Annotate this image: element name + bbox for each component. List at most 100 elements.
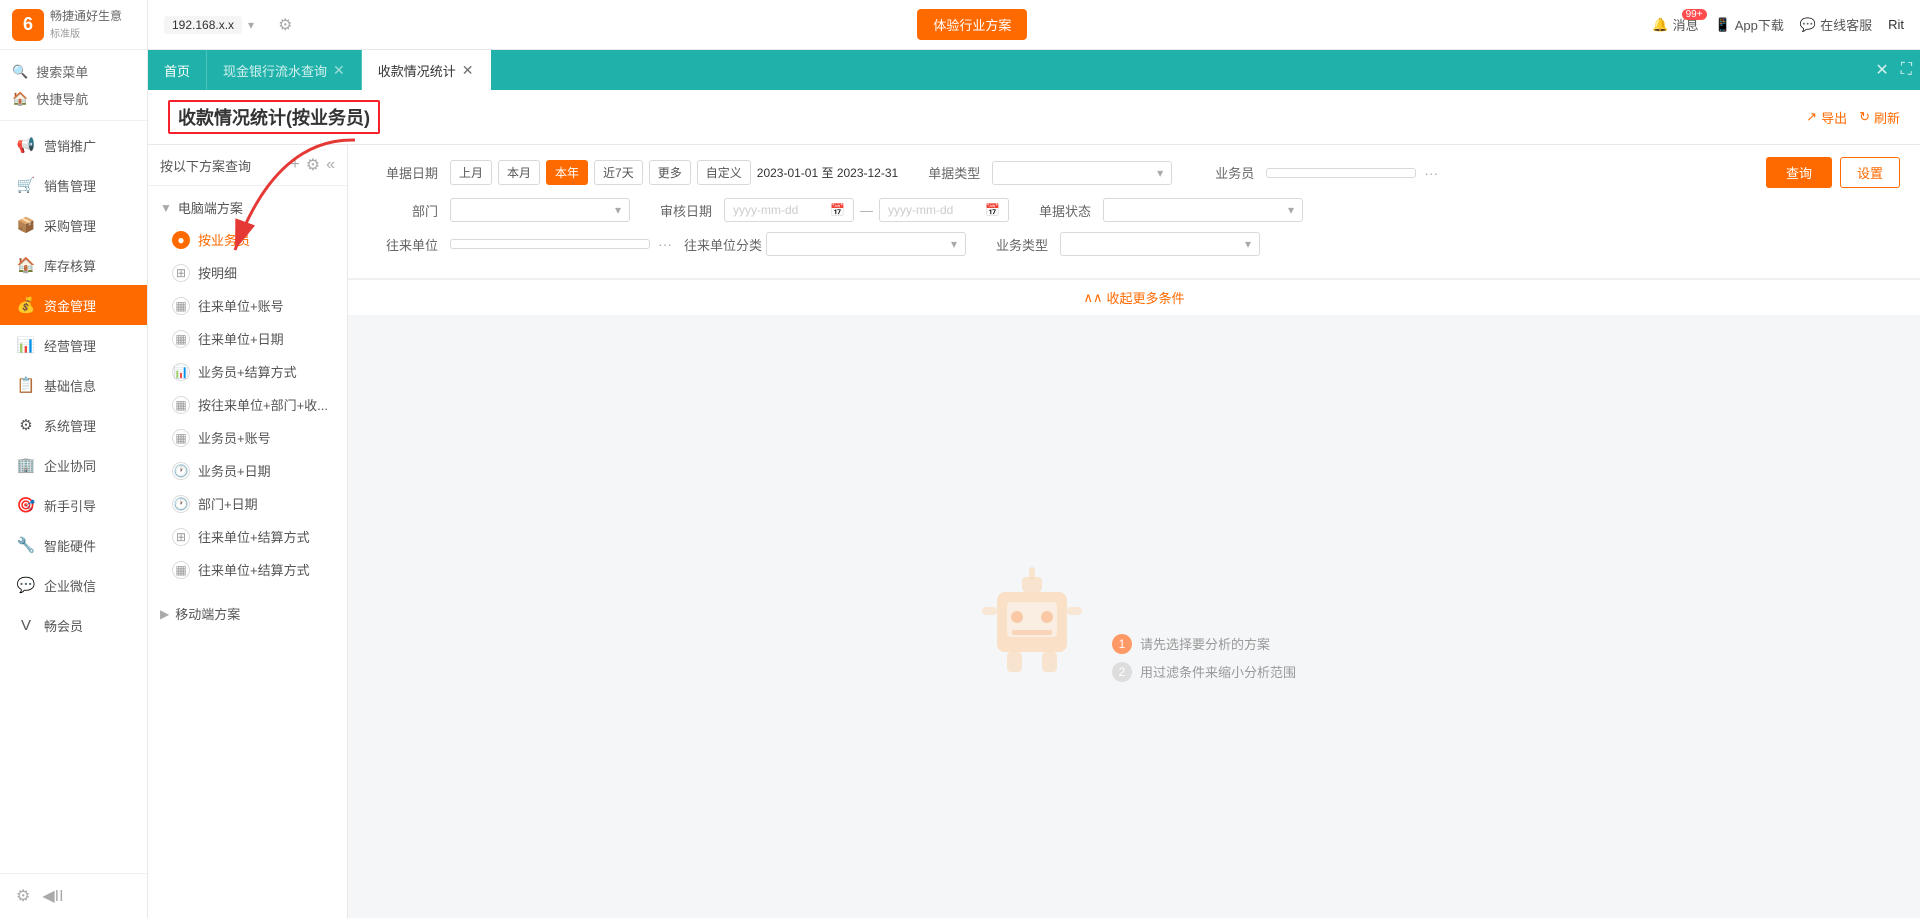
- review-date-from[interactable]: yyyy-mm-dd 📅: [724, 198, 854, 222]
- trial-btn[interactable]: 体验行业方案: [917, 9, 1027, 40]
- message-icon: 🔔: [1652, 17, 1668, 33]
- breadcrumb-chevron-icon[interactable]: ▾: [248, 18, 254, 32]
- partner-account-icon: ▦: [172, 297, 190, 315]
- review-date-label: 审核日期: [642, 201, 712, 220]
- sidebar-item-system[interactable]: ⚙ 系统管理: [0, 405, 147, 445]
- doc-status-label: 单据状态: [1021, 201, 1091, 220]
- search-menu-label: 搜索菜单: [36, 62, 88, 81]
- online-service-btn[interactable]: 💬 在线客服: [1800, 15, 1872, 34]
- app-download-label: App下载: [1735, 15, 1784, 34]
- sidebar-item-member[interactable]: V 畅会员: [0, 605, 147, 645]
- logo-icon: 6: [12, 9, 44, 41]
- sidebar-item-business[interactable]: 📊 经营管理: [0, 325, 147, 365]
- tab-bank-flow-close-icon[interactable]: ✕: [333, 62, 345, 79]
- date-btn-last-month[interactable]: 上月: [450, 160, 492, 185]
- business-type-label: 业务类型: [978, 235, 1048, 254]
- sidebar-item-label: 资金管理: [44, 296, 96, 315]
- basic-icon: 📋: [16, 375, 36, 395]
- scheme-item-partner-account[interactable]: ▦ 往来单位+账号: [148, 289, 347, 322]
- scheme-item-by-detail[interactable]: ⊞ 按明细: [148, 256, 347, 289]
- scheme-settings-icon[interactable]: ⚙: [306, 155, 320, 175]
- sidebar-item-marketing[interactable]: 📢 营销推广: [0, 125, 147, 165]
- left-panel: 按以下方案查询 + ⚙ « ▼ 电脑端方案 ● 按业务员: [148, 145, 348, 918]
- filter-actions: 查询 设置: [1766, 157, 1900, 188]
- date-btn-custom[interactable]: 自定义: [697, 160, 751, 185]
- sidebar-item-label: 营销推广: [44, 136, 96, 155]
- refresh-btn[interactable]: ↻ 刷新: [1859, 108, 1900, 127]
- partner-select[interactable]: [450, 239, 650, 249]
- mobile-scheme-header[interactable]: ▶ 移动端方案: [148, 598, 347, 629]
- salesman-input-group: ···: [1266, 165, 1438, 181]
- tab-bank-flow[interactable]: 现金银行流水查询 ✕: [207, 50, 362, 90]
- scheme-item-salesman-account[interactable]: ▦ 业务员+账号: [148, 421, 347, 454]
- collapse-sidebar-icon[interactable]: ◀II: [42, 886, 63, 906]
- scheme-item-salesman-settlement[interactable]: 📊 业务员+结算方式: [148, 355, 347, 388]
- tab-home[interactable]: 首页: [148, 50, 207, 90]
- export-btn[interactable]: ↗ 导出: [1806, 108, 1847, 127]
- empty-robot-icon: [972, 552, 1092, 682]
- scheme-item-dept-date[interactable]: 🕐 部门+日期: [148, 487, 347, 520]
- desktop-scheme-section: ▼ 电脑端方案 ● 按业务员 ⊞ 按明细 ▦ 往来单位+账号: [148, 186, 347, 592]
- mobile-scheme-section: ▶ 移动端方案: [148, 592, 347, 635]
- tab-collection-stats-close-icon[interactable]: ✕: [462, 62, 474, 79]
- tip-text-1: 请先选择要分析的方案: [1140, 634, 1270, 653]
- window-close-icon[interactable]: ✕: [1875, 60, 1888, 80]
- sidebar-item-finance[interactable]: 💰 资金管理: [0, 285, 147, 325]
- sidebar-item-sales[interactable]: 🛒 销售管理: [0, 165, 147, 205]
- settings-bottom-icon[interactable]: ⚙: [16, 886, 30, 906]
- tab-collection-stats[interactable]: 收款情况统计 ✕: [362, 50, 491, 90]
- quick-nav-item[interactable]: 🏠 快捷导航: [12, 85, 135, 112]
- right-panel: 单据日期 上月 本月 本年 近7天 更多 自定义 2023-01-01 至 20…: [348, 145, 1920, 918]
- sidebar-item-inventory[interactable]: 🏠 库存核算: [0, 245, 147, 285]
- sidebar-item-guide[interactable]: 🎯 新手引导: [0, 485, 147, 525]
- filter-row-1: 单据日期 上月 本月 本年 近7天 更多 自定义 2023-01-01 至 20…: [368, 157, 1900, 188]
- doc-type-select[interactable]: ▾: [992, 161, 1172, 185]
- add-scheme-btn[interactable]: +: [290, 156, 299, 174]
- app-download-btn[interactable]: 📱 App下载: [1715, 15, 1784, 34]
- main-content: 192.168.x.x ▾ ⚙ 体验行业方案 🔔 消息 99+ 📱 App下载 …: [148, 0, 1920, 918]
- scheme-item-partner-date[interactable]: ▦ 往来单位+日期: [148, 322, 347, 355]
- partner-dots[interactable]: ···: [658, 236, 672, 252]
- user-avatar[interactable]: Rit: [1888, 17, 1904, 32]
- collapse-panel-icon[interactable]: «: [326, 156, 335, 174]
- scheme-item-label: 部门+日期: [198, 494, 258, 513]
- settings-btn[interactable]: 设置: [1840, 157, 1900, 188]
- business-type-select[interactable]: ▾: [1060, 232, 1260, 256]
- doc-type-chevron-icon: ▾: [1157, 166, 1163, 180]
- date-btn-7days[interactable]: 近7天: [594, 160, 643, 185]
- sidebar-item-enterprise[interactable]: 🏢 企业协同: [0, 445, 147, 485]
- search-menu-item[interactable]: 🔍 搜索菜单: [12, 58, 135, 85]
- sidebar-item-hardware[interactable]: 🔧 智能硬件: [0, 525, 147, 565]
- review-date-to[interactable]: yyyy-mm-dd 📅: [879, 198, 1009, 222]
- scheme-item-partner-settlement2[interactable]: ▦ 往来单位+结算方式: [148, 553, 347, 586]
- query-btn[interactable]: 查询: [1766, 157, 1832, 188]
- purchase-icon: 📦: [16, 215, 36, 235]
- scheme-item-salesman-date[interactable]: 🕐 业务员+日期: [148, 454, 347, 487]
- sidebar-item-purchase[interactable]: 📦 采购管理: [0, 205, 147, 245]
- doc-status-select[interactable]: ▾: [1103, 198, 1303, 222]
- desktop-scheme-header[interactable]: ▼ 电脑端方案: [148, 192, 347, 223]
- scheme-item-by-salesman[interactable]: ● 按业务员: [148, 223, 347, 256]
- scheme-item-partner-settlement1[interactable]: ⊞ 往来单位+结算方式: [148, 520, 347, 553]
- salesman-select[interactable]: [1266, 168, 1416, 178]
- filter-row-3: 往来单位 ··· 往来单位分类 ▾ 业务类型: [368, 232, 1900, 256]
- collapse-bar[interactable]: ∧∧ 收起更多条件: [348, 279, 1920, 315]
- partner-input-group: ···: [450, 236, 672, 252]
- date-btn-this-year[interactable]: 本年: [546, 160, 588, 185]
- dept-select[interactable]: ▾: [450, 198, 630, 222]
- window-maximize-icon[interactable]: ⛶: [1901, 61, 1912, 79]
- sidebar-item-basic[interactable]: 📋 基础信息: [0, 365, 147, 405]
- scheme-item-partner-dept-collect[interactable]: ▦ 按往来单位+部门+收...: [148, 388, 347, 421]
- sidebar-item-wechat[interactable]: 💬 企业微信: [0, 565, 147, 605]
- date-btn-more[interactable]: 更多: [649, 160, 691, 185]
- message-btn[interactable]: 🔔 消息 99+: [1652, 15, 1698, 34]
- date-btn-this-month[interactable]: 本月: [498, 160, 540, 185]
- tab-bank-flow-label: 现金银行流水查询: [223, 61, 327, 80]
- logo-badge: 标准版: [50, 25, 122, 40]
- salesman-dots[interactable]: ···: [1424, 165, 1438, 181]
- header-right: 🔔 消息 99+ 📱 App下载 💬 在线客服 Rit: [1652, 15, 1904, 34]
- search-icon: 🔍: [12, 64, 28, 80]
- sidebar: 6 畅捷通好生意 标准版 🔍 搜索菜单 🏠 快捷导航 📢 营销推广 🛒 销售管理…: [0, 0, 148, 918]
- header-gear-icon[interactable]: ⚙: [278, 15, 292, 35]
- partner-category-select[interactable]: ▾: [766, 232, 966, 256]
